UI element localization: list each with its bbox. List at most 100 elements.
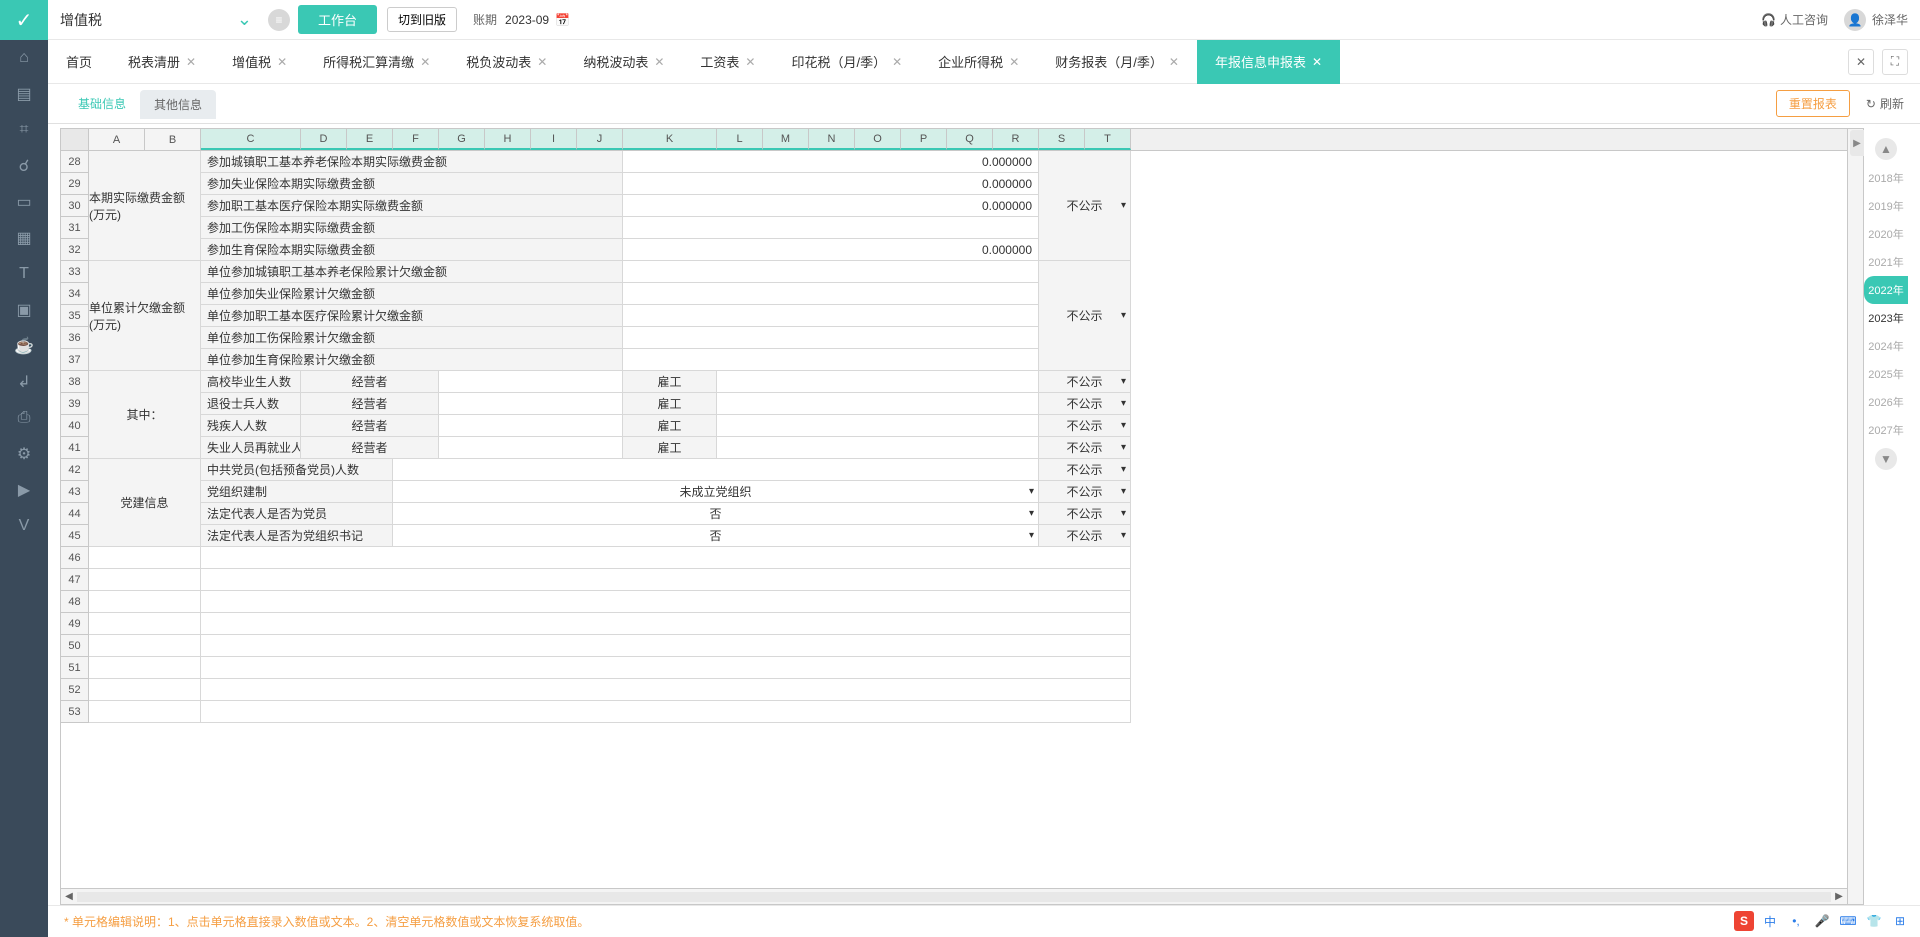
nav-print-icon[interactable]: ⎙	[0, 400, 48, 436]
item-name[interactable]: 退役士兵人数	[201, 393, 301, 415]
item-name[interactable]: 参加工伤保险本期实际缴费金额	[201, 217, 623, 239]
display-select[interactable]: 不公示	[1039, 437, 1131, 459]
module-select[interactable]: 增值税 ⌄	[60, 9, 260, 30]
row-header-46[interactable]: 46	[61, 547, 89, 569]
col-header-A[interactable]: A	[89, 129, 145, 150]
empty-cell[interactable]	[89, 613, 201, 635]
operator-cell[interactable]: 经营者	[301, 371, 439, 393]
close-icon[interactable]: ✕	[277, 55, 287, 69]
row-header-45[interactable]: 45	[61, 525, 89, 547]
horizontal-scrollbar[interactable]: ◀ ▶	[61, 888, 1847, 904]
expand-icon[interactable]: ⛶	[1882, 49, 1908, 75]
row-header-37[interactable]: 37	[61, 349, 89, 371]
empty-cell[interactable]	[89, 547, 201, 569]
year-2027年[interactable]: 2027年	[1864, 416, 1908, 444]
tab-税表清册[interactable]: 税表清册✕	[110, 40, 214, 84]
select-all-corner[interactable]	[61, 129, 89, 150]
col-header-O[interactable]: O	[855, 129, 901, 150]
ime-punct-icon[interactable]: •,	[1786, 911, 1806, 931]
empty-cell[interactable]	[201, 657, 1131, 679]
tab-年报信息申报表[interactable]: 年报信息申报表✕	[1197, 40, 1340, 84]
item-name[interactable]: 参加失业保险本期实际缴费金额	[201, 173, 623, 195]
nav-tee-icon[interactable]: T	[0, 256, 48, 292]
employee-cell[interactable]: 雇工	[623, 371, 717, 393]
employee-cell[interactable]: 雇工	[623, 415, 717, 437]
item-name[interactable]: 单位参加城镇职工基本养老保险累计欠缴金额	[201, 261, 623, 283]
year-2018年[interactable]: 2018年	[1864, 164, 1908, 192]
empty-cell[interactable]	[201, 679, 1131, 701]
employee-cell[interactable]: 雇工	[623, 393, 717, 415]
col-header-G[interactable]: G	[439, 129, 485, 150]
val-cell[interactable]	[717, 415, 1039, 437]
year-down-icon[interactable]: ▼	[1875, 448, 1897, 470]
item-value[interactable]: 0.000000	[623, 151, 1039, 173]
empty-cell[interactable]	[89, 569, 201, 591]
item-value[interactable]	[623, 305, 1039, 327]
row-header-43[interactable]: 43	[61, 481, 89, 503]
nav-arrow-icon[interactable]: ↲	[0, 364, 48, 400]
val-cell[interactable]	[439, 437, 623, 459]
val-cell[interactable]	[717, 437, 1039, 459]
period-value[interactable]: 2023-09	[505, 13, 549, 27]
switch-old-button[interactable]: 切到旧版	[387, 7, 457, 32]
year-up-icon[interactable]: ▲	[1875, 138, 1897, 160]
item-name[interactable]: 单位参加职工基本医疗保险累计欠缴金额	[201, 305, 623, 327]
row-header-28[interactable]: 28	[61, 151, 89, 173]
row-header-38[interactable]: 38	[61, 371, 89, 393]
item-value[interactable]: 0.000000	[623, 195, 1039, 217]
close-icon[interactable]: ✕	[537, 55, 547, 69]
ime-toolbox-icon[interactable]: ⊞	[1890, 911, 1910, 931]
close-icon[interactable]: ✕	[420, 55, 430, 69]
workbench-button[interactable]: 工作台	[298, 5, 377, 34]
list-toggle-icon[interactable]: ≡	[268, 9, 290, 31]
col-header-J[interactable]: J	[577, 129, 623, 150]
nav-home-icon[interactable]: ⌂	[0, 40, 48, 76]
item-name[interactable]: 单位参加生育保险累计欠缴金额	[201, 349, 623, 371]
col-header-N[interactable]: N	[809, 129, 855, 150]
col-header-C[interactable]: C	[201, 129, 301, 150]
calendar-icon[interactable]: 📅	[555, 13, 570, 27]
close-icon[interactable]: ✕	[1312, 55, 1322, 69]
row-header-42[interactable]: 42	[61, 459, 89, 481]
row-header-32[interactable]: 32	[61, 239, 89, 261]
row-header-47[interactable]: 47	[61, 569, 89, 591]
row-header-49[interactable]: 49	[61, 613, 89, 635]
nav-clip-icon[interactable]: ▭	[0, 184, 48, 220]
tab-企业所得税[interactable]: 企业所得税✕	[920, 40, 1037, 84]
close-icon[interactable]: ✕	[1169, 55, 1179, 69]
col-header-E[interactable]: E	[347, 129, 393, 150]
row-header-40[interactable]: 40	[61, 415, 89, 437]
item-value[interactable]: 0.000000	[623, 173, 1039, 195]
operator-cell[interactable]: 经营者	[301, 393, 439, 415]
display-select[interactable]: 不公示	[1039, 459, 1131, 481]
ime-keyboard-icon[interactable]: ⌨	[1838, 911, 1858, 931]
panel-collapse-icon[interactable]: ▶	[1850, 130, 1864, 156]
year-2024年[interactable]: 2024年	[1864, 332, 1908, 360]
row-header-52[interactable]: 52	[61, 679, 89, 701]
display-select[interactable]: 不公示	[1039, 481, 1131, 503]
col-header-P[interactable]: P	[901, 129, 947, 150]
empty-cell[interactable]	[89, 591, 201, 613]
val-cell[interactable]	[439, 415, 623, 437]
user-menu[interactable]: 👤 徐泽华	[1844, 9, 1908, 31]
ime-sogou-icon[interactable]: S	[1734, 911, 1754, 931]
empty-cell[interactable]	[201, 569, 1131, 591]
ime-skin-icon[interactable]: 👕	[1864, 911, 1884, 931]
nav-cup-icon[interactable]: ☕	[0, 328, 48, 364]
operator-cell[interactable]: 经营者	[301, 415, 439, 437]
row-header-29[interactable]: 29	[61, 173, 89, 195]
scroll-right-icon[interactable]: ▶	[1831, 889, 1847, 905]
tab-增值税[interactable]: 增值税✕	[214, 40, 305, 84]
close-icon[interactable]: ✕	[892, 55, 902, 69]
grid-body[interactable]: 2829303132333435363738394041424344454647…	[61, 151, 1847, 723]
item-name[interactable]: 法定代表人是否为党员	[201, 503, 393, 525]
display-select[interactable]: 不公示	[1039, 393, 1131, 415]
row-header-34[interactable]: 34	[61, 283, 89, 305]
col-header-H[interactable]: H	[485, 129, 531, 150]
sub-tab-basic[interactable]: 基础信息	[64, 84, 140, 123]
col-header-I[interactable]: I	[531, 129, 577, 150]
empty-cell[interactable]	[201, 701, 1131, 723]
help-link[interactable]: 🎧 人工咨询	[1761, 11, 1828, 28]
operator-cell[interactable]: 经营者	[301, 437, 439, 459]
nav-calc-icon[interactable]: ▦	[0, 220, 48, 256]
